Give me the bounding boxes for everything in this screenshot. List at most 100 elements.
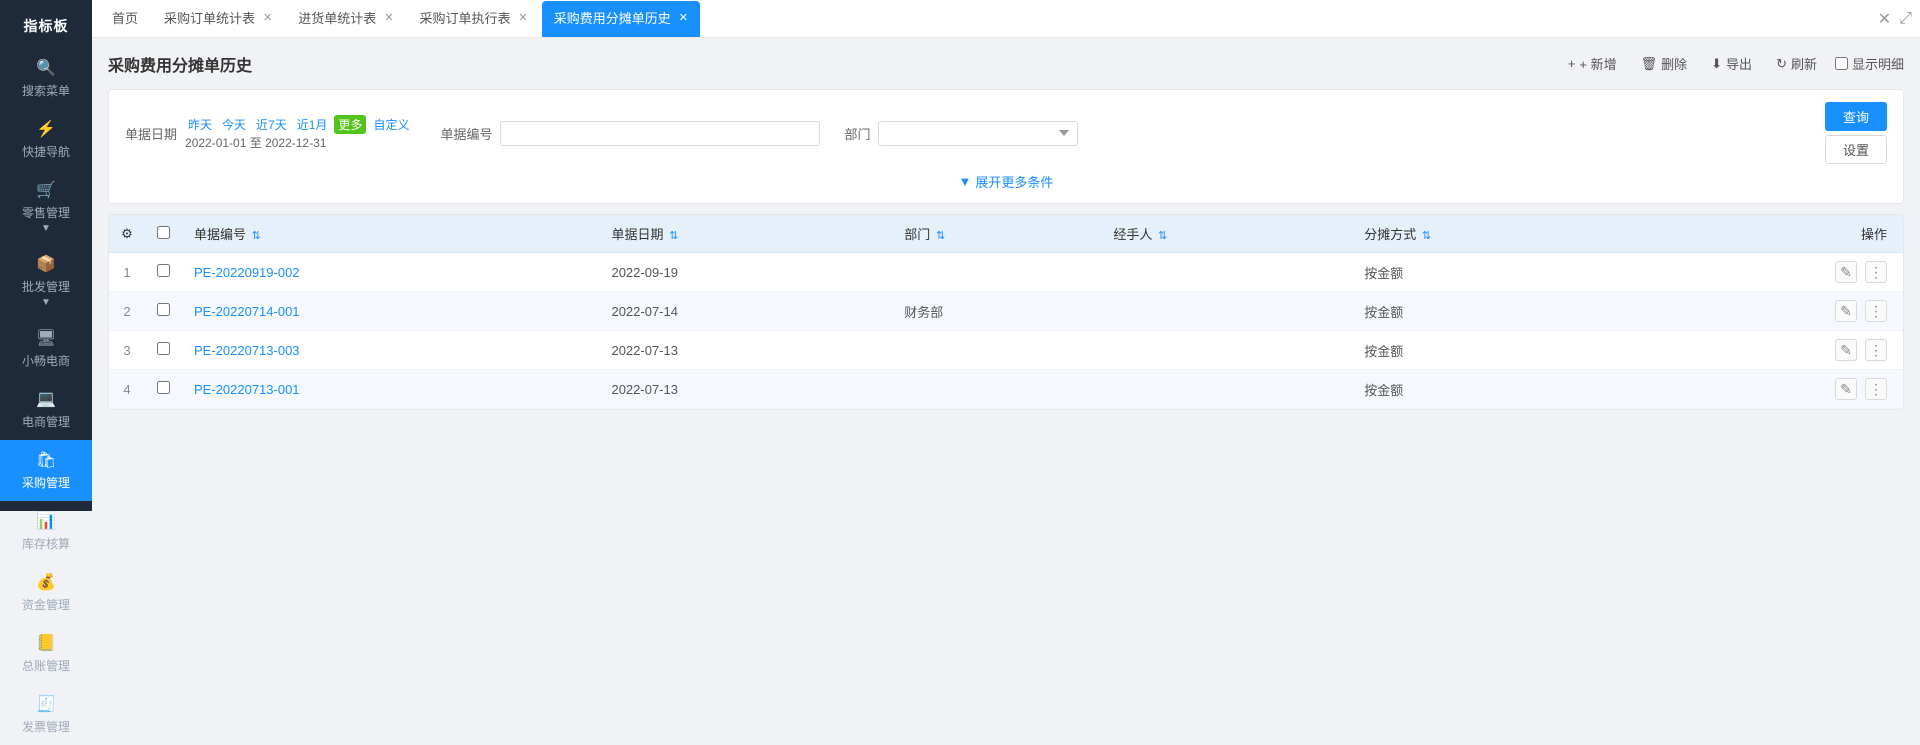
tab-purchase-cost-split[interactable]: 采购费用分摊单历史 ✕ [542, 1, 700, 37]
sidebar-item-finance[interactable]: 💰 资金管理 [0, 562, 92, 623]
doc-no-link[interactable]: PE-20220714-001 [194, 304, 300, 319]
row-more-icon[interactable]: ⋮ [1865, 300, 1887, 322]
sidebar-item-label: 小畅电商 [22, 352, 70, 369]
tab-purchase-order-exec[interactable]: 采购订单执行表 ✕ [407, 1, 539, 37]
row-doc-date: 2022-07-13 [599, 370, 892, 409]
shortcut-1month[interactable]: 近1月 [294, 115, 331, 134]
sidebar-item-ecom[interactable]: 💻 电商管理 [0, 379, 92, 440]
row-actions: ✎ ⋮ [1645, 370, 1903, 409]
sort-doc-date-icon[interactable]: ⇅ [669, 230, 678, 242]
sidebar-item-purchase[interactable]: 🛍 采购管理 [0, 440, 92, 501]
money-icon: 💰 [36, 572, 56, 592]
delete-button[interactable]: 🗑 删除 [1635, 50, 1694, 77]
query-button[interactable]: 查询 [1825, 102, 1887, 131]
main-content: 首页 采购订单统计表 ✕ 进货单统计表 ✕ 采购订单执行表 ✕ 采购费用分摊单历… [92, 0, 1920, 511]
sidebar-item-ledger[interactable]: 📒 总账管理 [0, 623, 92, 684]
sort-doc-no-icon[interactable]: ⇅ [252, 230, 261, 242]
row-dept: 财务部 [892, 292, 1101, 331]
sidebar-logo: 指标板 [24, 8, 69, 48]
row-index: 1 [109, 253, 145, 292]
row-doc-no: PE-20220713-003 [182, 331, 599, 370]
sidebar-item-label: 批发管理 [22, 278, 70, 295]
table-header-row: ⚙ 单据编号 ⇅ 单据日期 ⇅ 部门 ⇅ [109, 215, 1903, 253]
ledger-icon: 📒 [36, 633, 56, 653]
sidebar-item-wholesale[interactable]: 📦 批发管理 ▼ [0, 244, 92, 318]
table-body: 1 PE-20220919-002 2022-09-19 按金额 ✎ ⋮ 2 P… [109, 253, 1903, 409]
sidebar: 指标板 🔍 搜索菜单 ⚡ 快捷导航 🛒 零售管理 ▼ 📦 批发管理 ▼ 🖥 小畅… [0, 0, 92, 511]
display-columns-toggle[interactable]: 显示明细 [1835, 54, 1904, 73]
row-doc-date: 2022-09-19 [599, 253, 892, 292]
tab-maximize-icon[interactable]: ⤢ [1899, 10, 1912, 28]
row-checkbox[interactable] [145, 331, 182, 370]
row-handler [1101, 331, 1352, 370]
shortcut-today[interactable]: 今天 [219, 115, 249, 134]
row-handler [1101, 292, 1352, 331]
expand-row: ▼ 展开更多条件 [125, 172, 1887, 191]
doc-no-link[interactable]: PE-20220713-003 [194, 343, 300, 358]
export-button[interactable]: ⬇ 导出 [1705, 50, 1758, 77]
tab-close-purchase-order-summary[interactable]: ✕ [263, 11, 272, 24]
row-edit-icon[interactable]: ✎ [1835, 261, 1857, 283]
lightning-icon: ⚡ [36, 119, 56, 139]
sidebar-item-inventory[interactable]: 📊 库存核算 [0, 501, 92, 562]
shortcut-yesterday[interactable]: 昨天 [185, 115, 215, 134]
shortcut-custom[interactable]: 自定义 [370, 115, 412, 134]
select-all-checkbox[interactable] [157, 226, 170, 239]
doc-no-field: 单据编号 [440, 121, 820, 146]
page-title: 采购费用分摊单历史 [108, 52, 252, 76]
page-content: 采购费用分摊单历史 + + 新增 🗑 删除 ⬇ 导出 ↻ 刷新 [92, 38, 1920, 511]
row-more-icon[interactable]: ⋮ [1865, 378, 1887, 400]
add-button[interactable]: + + 新增 [1562, 50, 1623, 77]
sidebar-item-retail[interactable]: 🛒 零售管理 ▼ [0, 170, 92, 244]
row-doc-date: 2022-07-13 [599, 331, 892, 370]
tab-import-summary[interactable]: 进货单统计表 ✕ [286, 1, 405, 37]
sidebar-item-label: 总账管理 [22, 657, 70, 674]
sidebar-item-label: 快捷导航 [22, 143, 70, 160]
row-actions: ✎ ⋮ [1645, 292, 1903, 331]
sidebar-item-invoice[interactable]: 🧾 发票管理 [0, 684, 92, 745]
tab-close-import-summary[interactable]: ✕ [384, 11, 393, 24]
row-edit-icon[interactable]: ✎ [1835, 339, 1857, 361]
doc-no-link[interactable]: PE-20220713-001 [194, 382, 300, 397]
doc-no-input[interactable] [500, 121, 820, 146]
table-row: 1 PE-20220919-002 2022-09-19 按金额 ✎ ⋮ [109, 253, 1903, 292]
tab-close-all-icon[interactable]: ✕ [1878, 9, 1891, 29]
sidebar-item-label: 搜索菜单 [22, 82, 70, 99]
setting-button[interactable]: 设置 [1825, 135, 1887, 164]
sidebar-item-search[interactable]: 🔍 搜索菜单 [0, 48, 92, 109]
shortcut-more[interactable]: 更多 [334, 115, 366, 134]
row-split-method: 按金额 [1352, 253, 1645, 292]
tab-close-purchase-cost-split[interactable]: ✕ [679, 11, 688, 24]
chart-icon: 📊 [36, 511, 56, 531]
tab-home[interactable]: 首页 [100, 1, 150, 37]
sort-dept-icon[interactable]: ⇅ [936, 230, 945, 242]
refresh-button[interactable]: ↻ 刷新 [1770, 50, 1823, 77]
row-dept [892, 370, 1101, 409]
tab-purchase-order-summary[interactable]: 采购订单统计表 ✕ [152, 1, 284, 37]
sort-split-method-icon[interactable]: ⇅ [1422, 230, 1431, 242]
dept-select[interactable]: 财务部 [878, 121, 1078, 146]
shortcut-7days[interactable]: 近7天 [253, 115, 290, 134]
row-checkbox[interactable] [145, 253, 182, 292]
row-edit-icon[interactable]: ✎ [1835, 300, 1857, 322]
row-edit-icon[interactable]: ✎ [1835, 378, 1857, 400]
expand-button[interactable]: ▼ 展开更多条件 [959, 172, 1054, 191]
col-settings[interactable]: ⚙ [109, 215, 145, 253]
sidebar-item-quick-nav[interactable]: ⚡ 快捷导航 [0, 109, 92, 170]
row-checkbox[interactable] [145, 292, 182, 331]
row-more-icon[interactable]: ⋮ [1865, 339, 1887, 361]
search-form: 单据日期 昨天 今天 近7天 近1月 更多 自定义 2022-01-01 至 2… [108, 89, 1904, 204]
row-more-icon[interactable]: ⋮ [1865, 261, 1887, 283]
sort-handler-icon[interactable]: ⇅ [1158, 230, 1167, 242]
row-handler [1101, 370, 1352, 409]
sidebar-item-label: 零售管理 [22, 204, 70, 221]
row-actions: ✎ ⋮ [1645, 253, 1903, 292]
col-handler: 经手人 ⇅ [1101, 215, 1352, 253]
doc-no-link[interactable]: PE-20220919-002 [194, 265, 300, 280]
sidebar-item-mini-ecom[interactable]: 🖥 小畅电商 [0, 318, 92, 379]
doc-no-label: 单据编号 [440, 124, 492, 143]
tab-close-purchase-order-exec[interactable]: ✕ [519, 11, 528, 24]
refresh-icon: ↻ [1776, 56, 1787, 72]
row-checkbox[interactable] [145, 370, 182, 409]
display-columns-checkbox[interactable] [1835, 57, 1848, 70]
